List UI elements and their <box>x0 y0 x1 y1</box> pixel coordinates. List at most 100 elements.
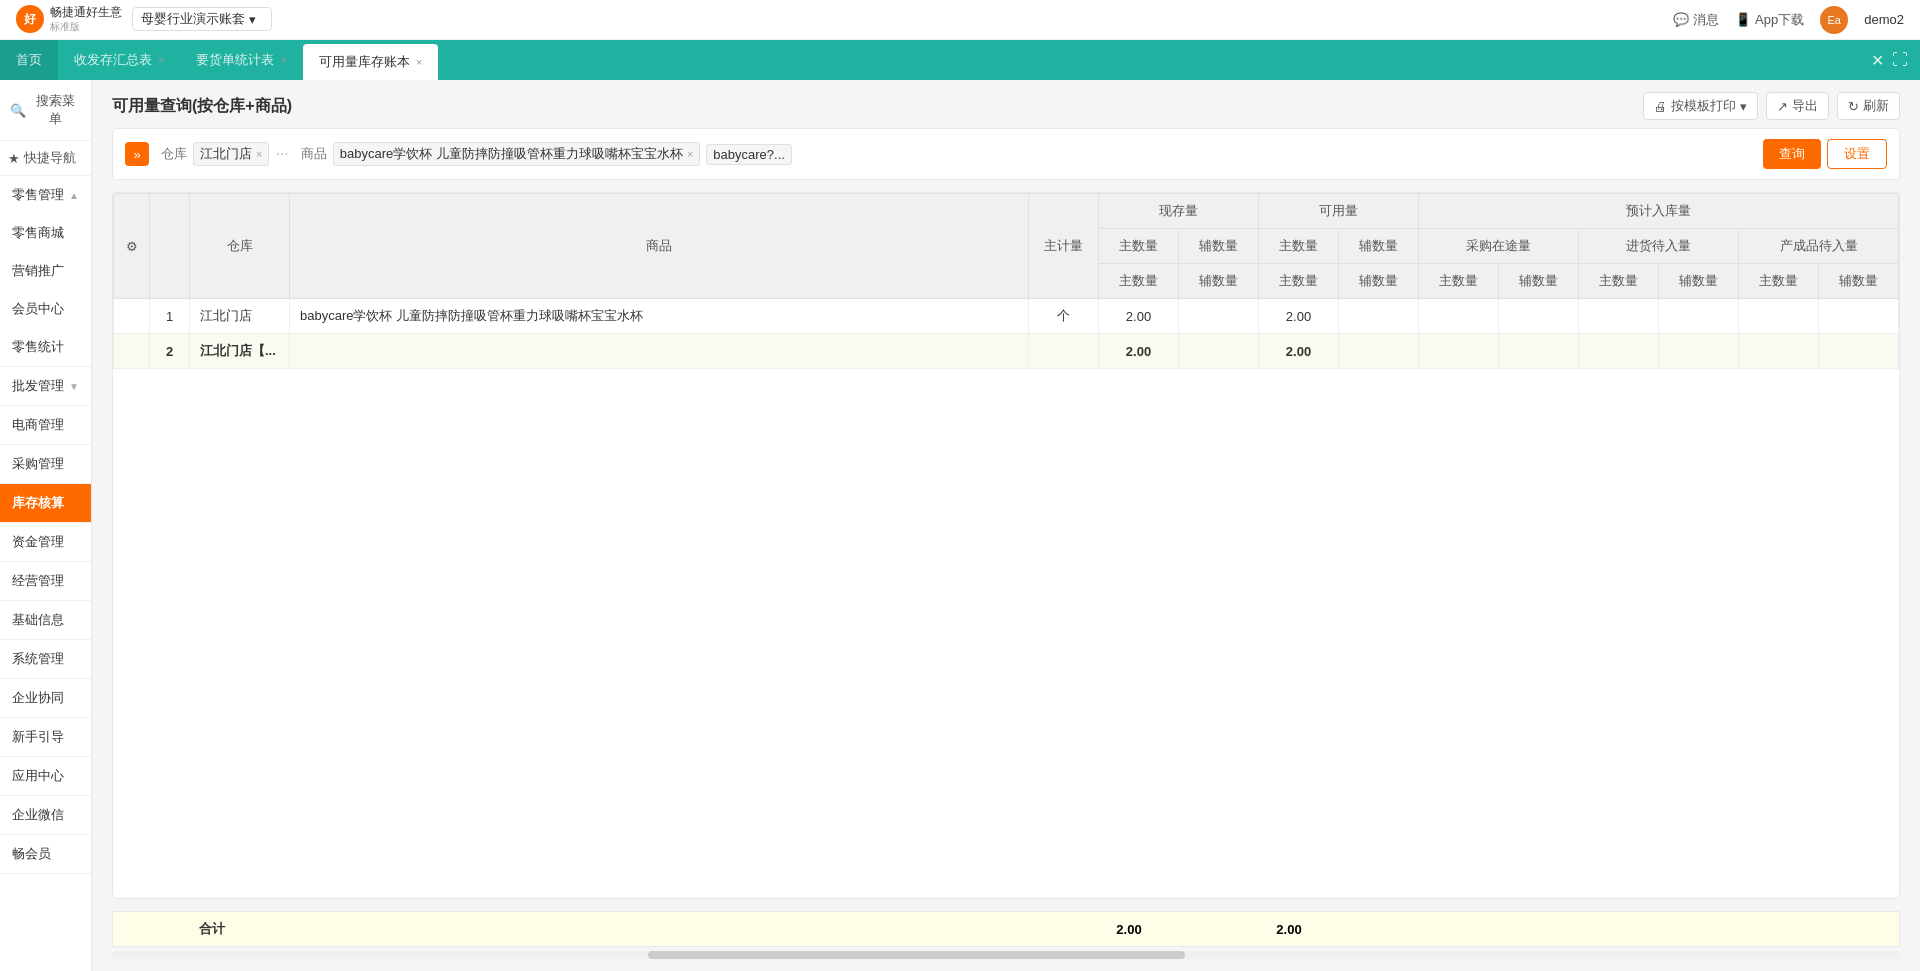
refresh-icon: ↻ <box>1848 99 1859 114</box>
quick-nav-button[interactable]: ★ 快捷导航 <box>0 141 91 176</box>
sidebar-item-wholesale-mgmt[interactable]: 批发管理 ▼ <box>0 367 91 405</box>
product-tag-1-remove[interactable]: × <box>687 148 693 160</box>
row-stock-main: 2.00 <box>1099 299 1179 334</box>
th-product: 商品 <box>290 194 1029 299</box>
sidebar-search-area: 🔍 搜索菜单 <box>0 80 91 141</box>
row-prod-aux <box>1819 299 1899 334</box>
table-header-row-1: ⚙ 仓库 商品 主计量 现存量 可用量 预计入库量 <box>114 194 1899 229</box>
download-label: App下载 <box>1755 11 1804 29</box>
sidebar-item-marketing[interactable]: 营销推广 <box>0 252 91 290</box>
export-button[interactable]: ↗ 导出 <box>1766 92 1829 120</box>
table-row: 1 江北门店 babycare学饮杯 儿童防摔防撞吸管杯重力球吸嘴杯宝宝水杯 个… <box>114 299 1899 334</box>
tab-receive-summary-close[interactable]: × <box>158 54 164 66</box>
chevron-down-icon: ▾ <box>1740 99 1747 114</box>
tab-receive-summary-label: 收发存汇总表 <box>74 51 152 69</box>
print-button[interactable]: 🖨 按模板打印 ▾ <box>1643 92 1758 120</box>
download-icon: 📱 <box>1735 12 1751 27</box>
export-label: 导出 <box>1792 97 1818 115</box>
sidebar-item-ecommerce[interactable]: 电商管理 <box>0 406 91 444</box>
tab-receive-summary[interactable]: 收发存汇总表 × <box>58 40 180 80</box>
print-label: 按模板打印 <box>1671 97 1736 115</box>
sidebar-item-finance[interactable]: 资金管理 <box>0 523 91 561</box>
page-title: 可用量查询(按仓库+商品) <box>112 96 292 117</box>
star-icon: ★ <box>8 151 20 166</box>
warehouse-tag[interactable]: 江北门店 × <box>193 142 269 166</box>
sidebar-item-ops-mgmt[interactable]: 经营管理 <box>0 562 91 600</box>
sidebar-section-enterprise: 企业协同 <box>0 679 91 718</box>
sidebar-item-sys-mgmt[interactable]: 系统管理 <box>0 640 91 678</box>
close-window-icon[interactable]: ✕ <box>1871 51 1884 70</box>
sidebar-item-newuser[interactable]: 新手引导 <box>0 718 91 756</box>
sidebar-item-app-center[interactable]: 应用中心 <box>0 757 91 795</box>
search-label: 搜索菜单 <box>30 92 81 128</box>
subtotal-stock-aux <box>1179 334 1259 369</box>
th-available-group: 可用量 <box>1259 194 1419 229</box>
subtotal-product <box>290 334 1029 369</box>
sidebar-section-vip: 畅会员 <box>0 835 91 874</box>
sidebar-item-enterprise-wechat[interactable]: 企业微信 <box>0 796 91 834</box>
warehouse-more-dots[interactable]: ··· <box>275 145 288 163</box>
sidebar-item-retail-mall[interactable]: 零售商城 <box>0 214 91 252</box>
scrollbar-thumb[interactable] <box>648 951 1184 959</box>
th-prod-group: 产成品待入量 <box>1739 229 1899 264</box>
message-button[interactable]: 💬 消息 <box>1673 11 1719 29</box>
tab-order-stats-close[interactable]: × <box>280 54 286 66</box>
product-tag-2[interactable]: babycare?... <box>706 144 792 165</box>
th-prod-aux: 辅数量 <box>1819 264 1899 299</box>
th-pur-main: 主数量 <box>1419 264 1499 299</box>
sidebar-section-purchase: 采购管理 <box>0 445 91 484</box>
app-download-button[interactable]: 📱 App下载 <box>1735 11 1804 29</box>
tab-available-ledger-close[interactable]: × <box>416 56 422 68</box>
tab-order-stats[interactable]: 要货单统计表 × <box>180 40 302 80</box>
search-icon: 🔍 <box>10 103 26 118</box>
tab-home[interactable]: 首页 <box>0 40 58 80</box>
logo-text-area: 畅捷通好生意 标准版 <box>50 5 122 33</box>
sidebar-section-inventory: 库存核算 <box>0 484 91 523</box>
top-bar: 好 畅捷通好生意 标准版 母婴行业演示账套 ▾ 💬 消息 📱 App下载 Ea … <box>0 0 1920 40</box>
filter-actions: 查询 设置 <box>1763 139 1887 169</box>
sidebar-item-retail-mgmt[interactable]: 零售管理 ▲ <box>0 176 91 214</box>
settings-button[interactable]: 设置 <box>1827 139 1887 169</box>
sidebar-item-inventory[interactable]: 库存核算 <box>0 484 91 522</box>
row-prod-main <box>1739 299 1819 334</box>
sidebar-item-purchase-mgmt[interactable]: 采购管理 <box>0 445 91 483</box>
sidebar-item-label: 经营管理 <box>12 572 64 590</box>
sidebar-item-basic-info[interactable]: 基础信息 <box>0 601 91 639</box>
export-icon: ↗ <box>1777 99 1788 114</box>
horizontal-scrollbar[interactable] <box>112 951 1900 959</box>
subtotal-prod-main <box>1739 334 1819 369</box>
sidebar-item-label: 企业微信 <box>12 806 64 824</box>
subtotal-settings <box>114 334 150 369</box>
query-button[interactable]: 查询 <box>1763 139 1821 169</box>
sidebar-item-retail-stats[interactable]: 零售统计 <box>0 328 91 366</box>
subtotal-pur-aux <box>1499 334 1579 369</box>
main-layout: 🔍 搜索菜单 ★ 快捷导航 零售管理 ▲ 零售商城 营销推广 会员中心 零售统计 <box>0 80 1920 971</box>
sidebar: 🔍 搜索菜单 ★ 快捷导航 零售管理 ▲ 零售商城 营销推广 会员中心 零售统计 <box>0 80 92 971</box>
sidebar-item-enterprise[interactable]: 企业协同 <box>0 679 91 717</box>
row-arr-main <box>1579 299 1659 334</box>
sidebar-item-member-center[interactable]: 会员中心 <box>0 290 91 328</box>
filter-toggle-button[interactable]: » <box>125 142 149 166</box>
warehouse-tag-remove[interactable]: × <box>256 148 262 160</box>
product-tag-1[interactable]: babycare学饮杯 儿童防摔防撞吸管杯重力球吸嘴杯宝宝水杯 × <box>333 142 701 166</box>
th-stock-group: 现存量 <box>1099 194 1259 229</box>
sidebar-item-label: 批发管理 <box>12 377 64 395</box>
workspace-select[interactable]: 母婴行业演示账套 ▾ <box>132 7 272 31</box>
page-header: 可用量查询(按仓库+商品) 🖨 按模板打印 ▾ ↗ 导出 ↻ 刷新 <box>92 80 1920 128</box>
gear-icon[interactable]: ⚙ <box>126 239 138 254</box>
th-arr-aux: 辅数量 <box>1659 264 1739 299</box>
product-tag-2-value: babycare?... <box>713 147 785 162</box>
row-avail-aux <box>1339 299 1419 334</box>
expand-icon[interactable]: ⛶ <box>1892 51 1908 69</box>
subtotal-arr-aux <box>1659 334 1739 369</box>
th-pur-aux: 辅数量 <box>1499 264 1579 299</box>
search-menu-button[interactable]: 🔍 搜索菜单 <box>8 88 83 132</box>
th-stock-main: 主数量 <box>1099 229 1179 264</box>
sidebar-item-vip-member[interactable]: 畅会员 <box>0 835 91 873</box>
th-pur-in-group: 采购在途量 <box>1419 229 1579 264</box>
sidebar-section-finance: 资金管理 <box>0 523 91 562</box>
th-prod-main: 主数量 <box>1739 264 1819 299</box>
refresh-button[interactable]: ↻ 刷新 <box>1837 92 1900 120</box>
nav-tabs: 首页 收发存汇总表 × 要货单统计表 × 可用量库存账本 × ✕ ⛶ <box>0 40 1920 80</box>
tab-available-ledger[interactable]: 可用量库存账本 × <box>303 44 438 80</box>
